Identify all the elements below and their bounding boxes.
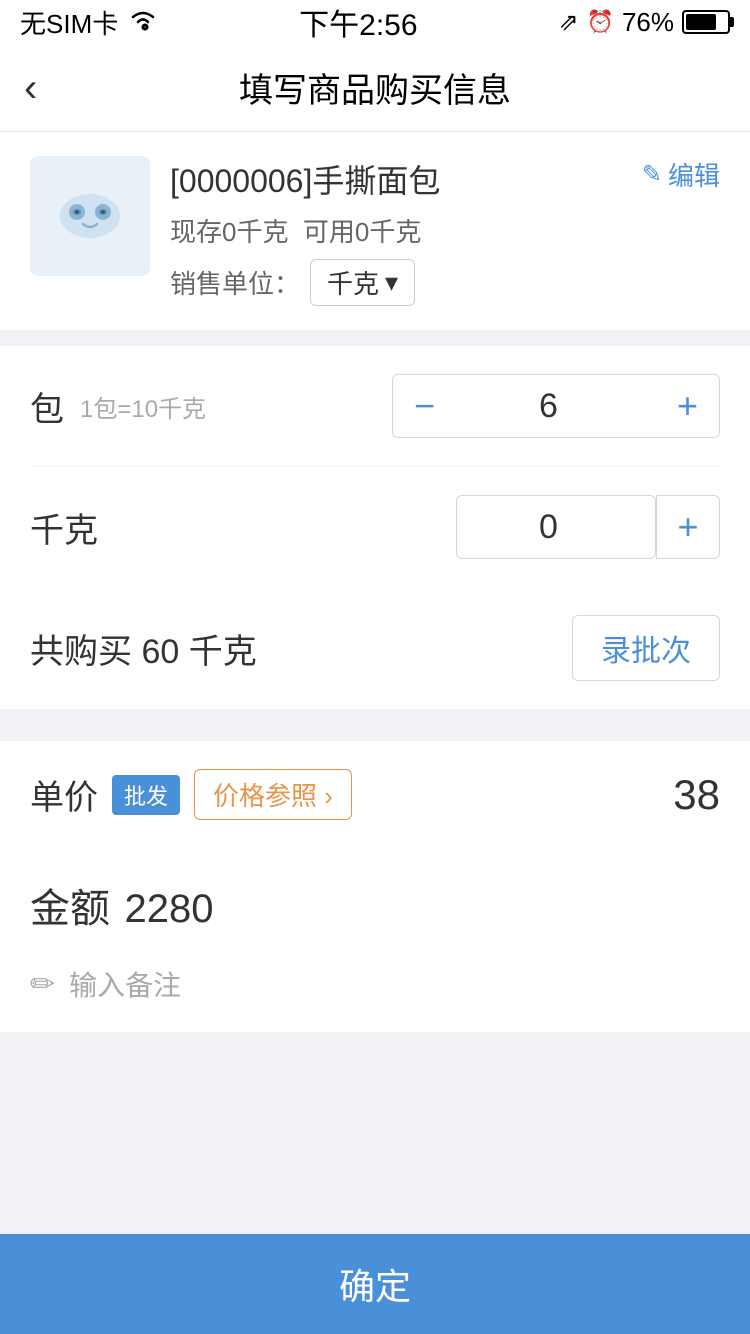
status-left: 无SIM卡 [20, 4, 158, 41]
amount-value: 2280 [124, 887, 213, 931]
unit-label: 销售单位： [170, 264, 300, 301]
quantity-controls-bag: − + [392, 374, 720, 438]
status-bar: 无SIM卡 下午2:56 ⇗ ⏰ 76% [0, 0, 750, 44]
dropdown-arrow-icon: ▾ [385, 267, 398, 298]
pencil-icon: ✏ [30, 967, 55, 1002]
price-label: 单价 [30, 770, 98, 819]
page-title: 填写商品购买信息 [239, 63, 511, 112]
price-tag: 批发 [112, 775, 180, 815]
status-time: 下午2:56 [299, 0, 417, 44]
amount-label: 金额 [30, 887, 110, 931]
batch-button[interactable]: 录批次 [572, 615, 720, 681]
location-icon: ⇗ [558, 8, 578, 37]
quantity-row-kg: 千克 + [30, 467, 720, 587]
status-right: ⇗ ⏰ 76% [558, 7, 730, 38]
bag-label: 包 [30, 382, 64, 431]
remark-placeholder: 输入备注 [69, 964, 181, 1004]
kg-quantity-input[interactable] [456, 495, 656, 559]
price-label-area: 单价 批发 价格参照 › [30, 769, 352, 820]
quantity-label-kg: 千克 [30, 503, 98, 552]
total-label: 共购买 60 千克 [30, 624, 257, 673]
main-content: [0000006]手撕面包 现存0千克 可用0千克 销售单位： 千克 ▾ ✎ 编… [0, 132, 750, 1234]
product-card: [0000006]手撕面包 现存0千克 可用0千克 销售单位： 千克 ▾ ✎ 编… [0, 132, 750, 330]
bag-hint: 1包=10千克 [80, 389, 206, 424]
edit-button[interactable]: ✎ 编辑 [642, 156, 720, 193]
divider-2 [0, 709, 750, 725]
unit-select[interactable]: 千克 ▾ [310, 259, 415, 306]
price-value: 38 [673, 771, 720, 819]
amount-row: 金额 2280 [0, 848, 750, 944]
kg-label: 千克 [30, 503, 98, 552]
bag-plus-button[interactable]: + [656, 374, 720, 438]
confirm-label: 确定 [339, 1258, 411, 1310]
confirm-button[interactable]: 确定 [0, 1234, 750, 1334]
divider-1 [0, 330, 750, 346]
alarm-icon: ⏰ [587, 9, 614, 35]
total-section: 共购买 60 千克 录批次 [0, 587, 750, 709]
kg-plus-button[interactable]: + [656, 495, 720, 559]
edit-icon: ✎ [642, 160, 662, 189]
quantity-controls-kg: + [456, 495, 720, 559]
quantity-section: 包 1包=10千克 − + 千克 + [0, 346, 750, 587]
empty-area [0, 1032, 750, 1232]
remark-row[interactable]: ✏ 输入备注 [0, 964, 750, 1032]
product-info: [0000006]手撕面包 现存0千克 可用0千克 销售单位： 千克 ▾ [170, 156, 720, 306]
product-logo-icon [55, 186, 125, 246]
nav-bar: ‹ 填写商品购买信息 [0, 44, 750, 132]
price-section: 单价 批发 价格参照 › 38 [0, 741, 750, 848]
product-stock: 现存0千克 可用0千克 [170, 212, 720, 249]
product-image [30, 156, 150, 276]
quantity-row-bag: 包 1包=10千克 − + [30, 346, 720, 467]
bag-quantity-input[interactable] [456, 374, 656, 438]
price-ref-button[interactable]: 价格参照 › [194, 769, 352, 820]
carrier-text: 无SIM卡 [20, 4, 118, 41]
product-name: [0000006]手撕面包 [170, 156, 720, 202]
back-button[interactable]: ‹ [24, 68, 37, 108]
battery-icon [682, 10, 730, 34]
bag-minus-button[interactable]: − [392, 374, 456, 438]
battery-percent: 76% [622, 7, 674, 38]
amount-remark-section: 金额 2280 ✏ 输入备注 [0, 848, 750, 1032]
product-unit-row: 销售单位： 千克 ▾ [170, 259, 720, 306]
quantity-label-bag: 包 1包=10千克 [30, 382, 206, 431]
wifi-icon [128, 7, 158, 38]
battery-fill [686, 14, 716, 30]
